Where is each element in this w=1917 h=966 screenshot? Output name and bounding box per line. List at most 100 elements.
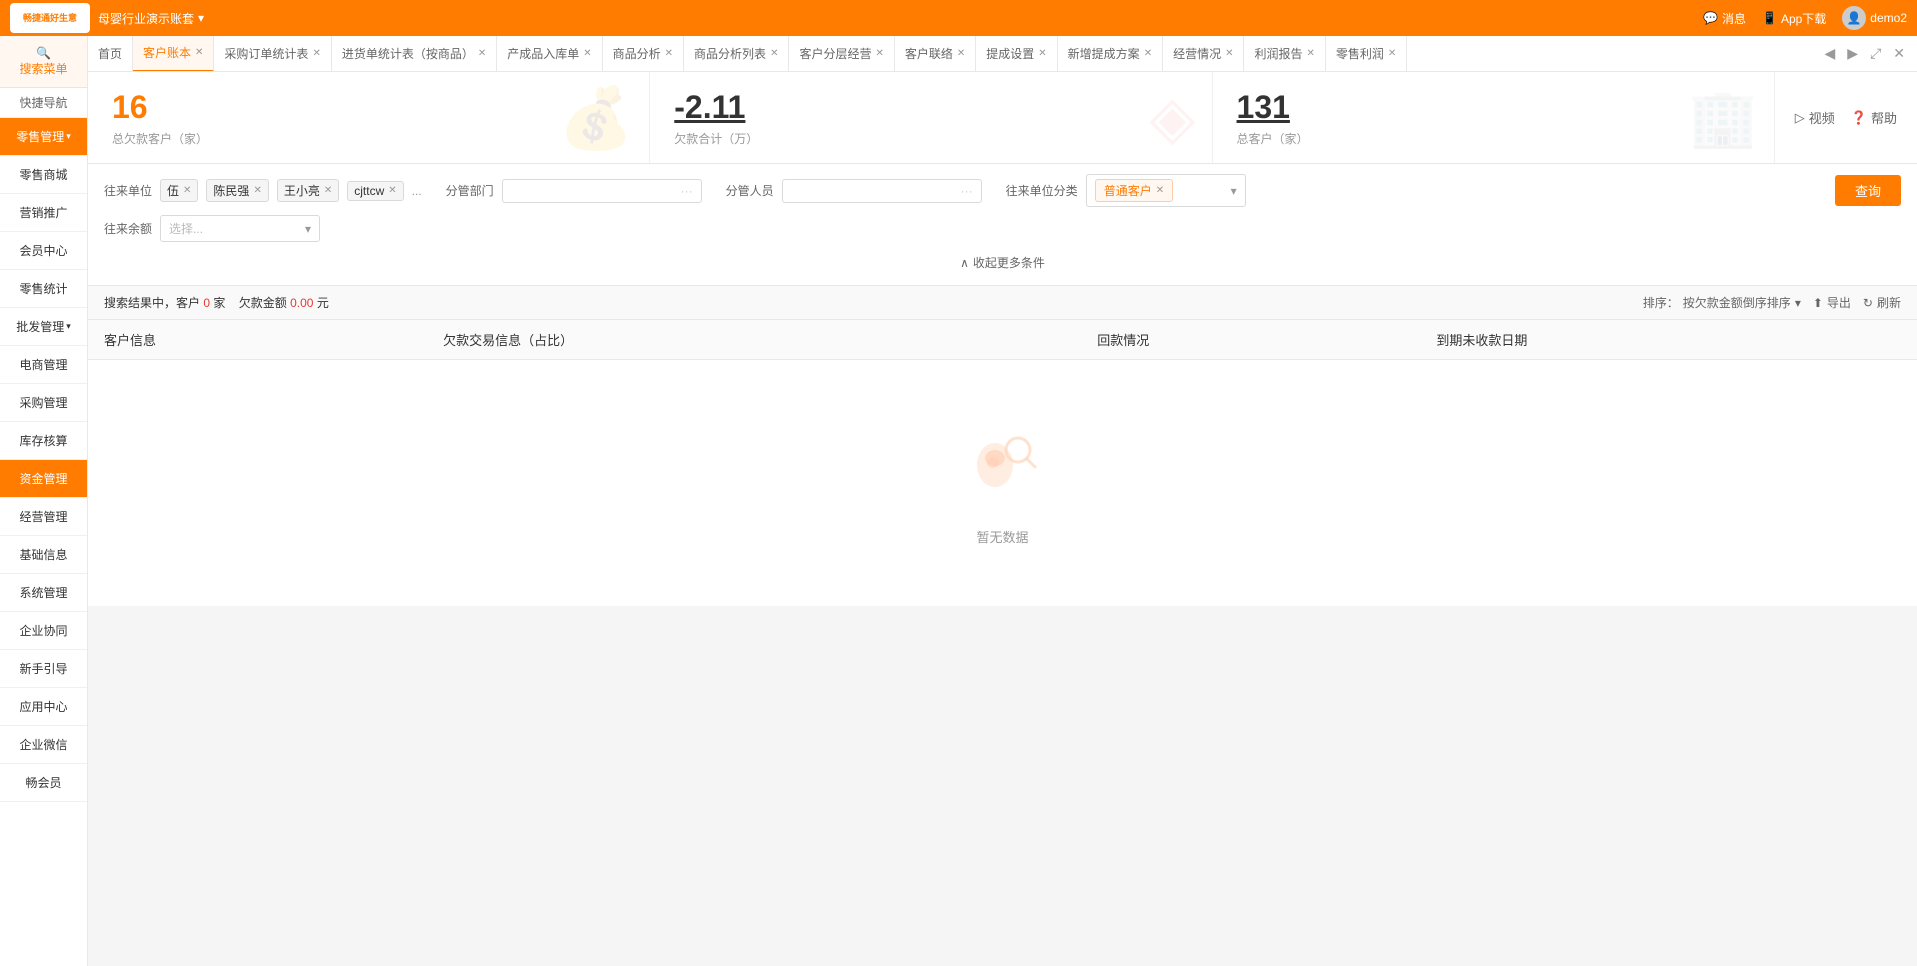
filter-tag-wu[interactable]: 伍 ✕ xyxy=(160,179,198,202)
user-avatar-btn[interactable]: 👤 demo2 xyxy=(1842,6,1907,30)
query-button[interactable]: 查询 xyxy=(1835,175,1901,206)
tab-improve-settings[interactable]: 提成设置 ✕ xyxy=(976,36,1057,72)
sidebar-item-app-center[interactable]: 应用中心 xyxy=(0,688,87,726)
sidebar-item-label: 营销推广 xyxy=(19,206,67,220)
tab-close-icon[interactable]: ✕ xyxy=(478,48,486,59)
dept-filter-label: 分管部门 xyxy=(446,182,494,199)
table-header: 客户信息 欠款交易信息（占比） 回款情况 到期未收款日期 xyxy=(88,320,1917,360)
tab-product-inbound[interactable]: 产成品入库单 ✕ xyxy=(497,36,602,72)
tab-close-icon[interactable]: ✕ xyxy=(1144,48,1152,59)
unit-class-filter-select[interactable]: 普通客户 ✕ ▾ xyxy=(1086,174,1246,207)
unit-class-tag[interactable]: 普通客户 ✕ xyxy=(1095,179,1173,202)
tab-close-icon[interactable]: ✕ xyxy=(195,47,203,58)
tab-close-icon[interactable]: ✕ xyxy=(1038,48,1046,59)
tab-customer-accounts[interactable]: 客户账本 ✕ xyxy=(133,36,214,72)
sort-select[interactable]: 排序： 按欠款金额倒序排序 ▾ xyxy=(1643,294,1801,311)
tab-new-improve-plan[interactable]: 新增提成方案 ✕ xyxy=(1058,36,1163,72)
tab-close-icon[interactable]: ✕ xyxy=(957,48,965,59)
sidebar-item-ecommerce-mgmt[interactable]: 电商管理 xyxy=(0,346,87,384)
app-download-btn[interactable]: 📱 App下载 xyxy=(1762,10,1826,27)
tab-close-icon[interactable]: ✕ xyxy=(583,48,591,59)
filter-tag-chen[interactable]: 陈民强 ✕ xyxy=(206,179,268,202)
tab-profit-report[interactable]: 利润报告 ✕ xyxy=(1244,36,1325,72)
filter-tag-wang[interactable]: 王小亮 ✕ xyxy=(277,179,339,202)
tab-close-icon[interactable]: ✕ xyxy=(1225,48,1233,59)
tab-home[interactable]: 首页 xyxy=(88,36,133,72)
sidebar-quick-nav[interactable]: 快捷导航 xyxy=(0,88,87,118)
sidebar-item-system-mgmt[interactable]: 系统管理 xyxy=(0,574,87,612)
tab-label: 客户账本 xyxy=(143,44,191,61)
collapse-area: ∧ 收起更多条件 xyxy=(104,250,1901,275)
sidebar-item-wholesale-mgmt[interactable]: 批发管理 ▾ xyxy=(0,308,87,346)
tabs-maximize-btn[interactable]: ⤢ xyxy=(1866,43,1885,64)
sidebar-item-basic-info[interactable]: 基础信息 xyxy=(0,536,87,574)
tab-close-icon[interactable]: ✕ xyxy=(312,48,320,59)
sidebar-item-retail-stats[interactable]: 零售统计 xyxy=(0,270,87,308)
tab-inbound-stats[interactable]: 进货单统计表（按商品） ✕ xyxy=(332,36,497,72)
dropdown-chevron-icon: ▾ xyxy=(198,11,204,25)
sidebar-item-enterprise-collab[interactable]: 企业协同 xyxy=(0,612,87,650)
sidebar-item-label: 批发管理 xyxy=(16,318,64,335)
sidebar-item-label: 新手引导 xyxy=(19,662,67,676)
tab-label: 客户联络 xyxy=(905,45,953,62)
dept-filter-select[interactable]: ··· xyxy=(502,179,702,203)
sidebar-item-operations-mgmt[interactable]: 经营管理 xyxy=(0,498,87,536)
person-filter-select[interactable]: ··· xyxy=(782,179,982,203)
sidebar-search[interactable]: 🔍 搜索菜单 xyxy=(0,36,87,88)
video-btn[interactable]: ▷ 视频 xyxy=(1795,108,1835,127)
tab-goods-analysis[interactable]: 商品分析 ✕ xyxy=(603,36,684,72)
sidebar-item-retail-mgmt[interactable]: 零售管理 ▾ xyxy=(0,118,87,156)
chevron-down-icon: ▾ xyxy=(66,321,71,332)
sidebar-item-retail-mall[interactable]: 零售商城 xyxy=(0,156,87,194)
tabs-next-btn[interactable]: ▶ xyxy=(1843,43,1862,64)
balance-placeholder: 选择... xyxy=(169,220,203,237)
sidebar-item-label: 畅会员 xyxy=(25,776,61,790)
tab-operations[interactable]: 经营情况 ✕ xyxy=(1163,36,1244,72)
sidebar-item-new-guide[interactable]: 新手引导 xyxy=(0,650,87,688)
filter-tag-cj[interactable]: cjttcw ✕ xyxy=(347,181,403,201)
tag-close-icon[interactable]: ✕ xyxy=(253,185,261,196)
sidebar-item-purchase-mgmt[interactable]: 采购管理 xyxy=(0,384,87,422)
tab-close-icon[interactable]: ✕ xyxy=(770,48,778,59)
refresh-btn[interactable]: ↻ 刷新 xyxy=(1863,294,1901,311)
collapse-btn[interactable]: ∧ 收起更多条件 xyxy=(960,250,1045,275)
sidebar-item-member-center[interactable]: 会员中心 xyxy=(0,232,87,270)
tab-customer-segment[interactable]: 客户分层经营 ✕ xyxy=(789,36,894,72)
more-tags-btn[interactable]: ... xyxy=(412,184,422,198)
account-dropdown[interactable]: 母婴行业演示账套 ▾ xyxy=(98,10,204,27)
help-btn[interactable]: ❓ 帮助 xyxy=(1851,108,1897,127)
tab-label: 提成设置 xyxy=(986,45,1034,62)
tabs-prev-btn[interactable]: ◀ xyxy=(1821,43,1840,64)
tab-close-icon[interactable]: ✕ xyxy=(1388,48,1396,59)
tab-customer-contact[interactable]: 客户联络 ✕ xyxy=(895,36,976,72)
sidebar-item-label: 应用中心 xyxy=(19,700,67,714)
filter-row-1: 往来单位 伍 ✕ 陈民强 ✕ 王小亮 ✕ cjttcw xyxy=(104,174,1901,207)
export-btn[interactable]: ⬆ 导出 xyxy=(1813,294,1851,311)
tabs-close-all-btn[interactable]: ✕ xyxy=(1889,43,1909,64)
tab-goods-analysis-list[interactable]: 商品分析列表 ✕ xyxy=(684,36,789,72)
tab-purchase-order-stats[interactable]: 采购订单统计表 ✕ xyxy=(214,36,331,72)
balance-filter-select[interactable]: 选择... ▾ xyxy=(160,215,320,242)
col-customer-info: 客户信息 xyxy=(88,320,427,360)
tab-close-icon[interactable]: ✕ xyxy=(875,48,883,59)
tag-close-icon[interactable]: ✕ xyxy=(1156,185,1164,196)
help-icon: ❓ xyxy=(1851,110,1867,126)
tag-text: 伍 xyxy=(167,182,179,199)
sidebar-item-label: 零售商城 xyxy=(19,168,67,182)
tab-close-icon[interactable]: ✕ xyxy=(1307,48,1315,59)
sidebar-item-capital-mgmt[interactable]: 资金管理 xyxy=(0,460,87,498)
sidebar-item-inventory-check[interactable]: 库存核算 xyxy=(0,422,87,460)
sidebar-item-enterprise-wechat[interactable]: 企业微信 xyxy=(0,726,87,764)
sidebar-item-label: 零售管理 xyxy=(16,128,64,145)
message-btn[interactable]: 💬 消息 xyxy=(1703,10,1746,27)
summary-card-total-customers: 🏢 131 总客户（家） xyxy=(1213,72,1775,163)
tab-close-icon[interactable]: ✕ xyxy=(665,48,673,59)
sidebar-item-marketing[interactable]: 营销推广 xyxy=(0,194,87,232)
tag-close-icon[interactable]: ✕ xyxy=(388,185,396,196)
tab-retail-profit[interactable]: 零售利润 ✕ xyxy=(1326,36,1407,72)
tab-label: 采购订单统计表 xyxy=(224,45,308,62)
tag-close-icon[interactable]: ✕ xyxy=(183,185,191,196)
tag-close-icon[interactable]: ✕ xyxy=(324,185,332,196)
results-bar: 搜索结果中，客户 0 家 欠款金额 0.00 元 排序： 按欠款金额倒序排序 ▾ xyxy=(88,286,1917,320)
sidebar-item-vip-member[interactable]: 畅会员 xyxy=(0,764,87,802)
